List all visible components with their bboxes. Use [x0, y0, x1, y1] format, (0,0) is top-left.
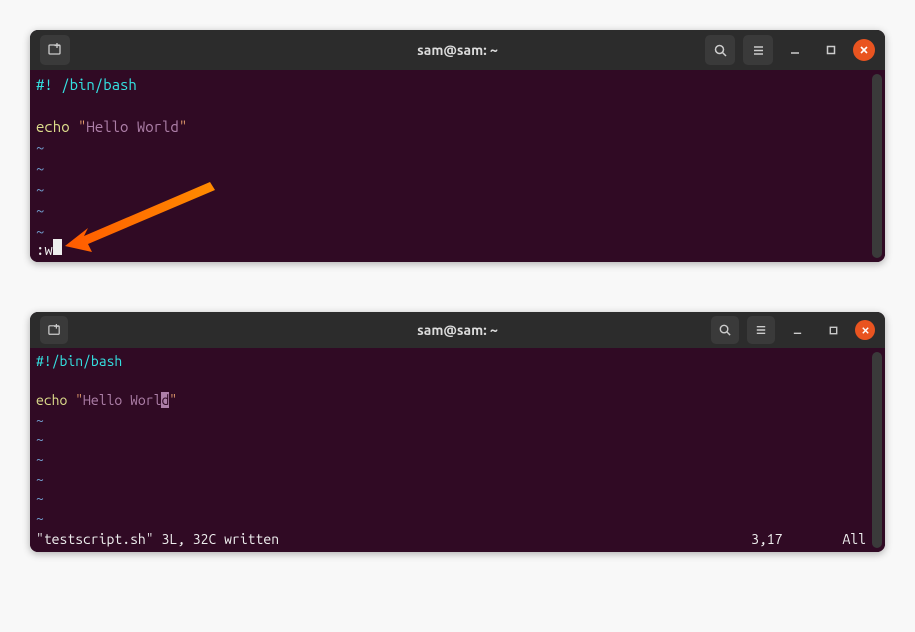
- terminal-body[interactable]: #! /bin/bash echo "Hello World" ~ ~ ~ ~ …: [30, 70, 885, 262]
- vim-tilde: ~: [36, 158, 866, 179]
- code-line-shebang: #! /bin/bash: [36, 74, 866, 95]
- cursor: [53, 239, 62, 255]
- vim-tilde: ~: [36, 200, 866, 221]
- maximize-button[interactable]: [819, 316, 847, 344]
- titlebar: sam@sam: ~: [30, 312, 885, 348]
- code-line-shebang: #!/bin/bash: [36, 352, 866, 372]
- close-button[interactable]: [855, 320, 875, 340]
- search-button[interactable]: [705, 35, 735, 65]
- terminal-content[interactable]: #!/bin/bash echo "Hello World" ~ ~ ~ ~ ~…: [30, 348, 872, 552]
- maximize-button[interactable]: [817, 36, 845, 64]
- vim-status-line: "testscript.sh" 3L, 32C written 3,17 All: [36, 530, 866, 550]
- minimize-button[interactable]: [783, 316, 811, 344]
- close-button[interactable]: [853, 39, 875, 61]
- code-line-empty: [36, 372, 866, 392]
- status-file: "testscript.sh" 3L, 32C written: [36, 530, 279, 550]
- vim-tilde: ~: [36, 137, 866, 158]
- search-button[interactable]: [711, 316, 739, 344]
- new-tab-button[interactable]: [40, 35, 70, 65]
- vim-tilde: ~: [36, 411, 866, 431]
- code-line-echo: echo "Hello World": [36, 116, 866, 137]
- status-all: All: [842, 530, 866, 550]
- vim-command-text: w: [44, 239, 52, 260]
- menu-button[interactable]: [743, 35, 773, 65]
- terminal-body[interactable]: #!/bin/bash echo "Hello World" ~ ~ ~ ~ ~…: [30, 348, 885, 552]
- new-tab-button[interactable]: [40, 316, 68, 344]
- scrollbar[interactable]: [872, 352, 882, 548]
- vim-command-colon: :: [36, 239, 44, 260]
- code-line-echo: echo "Hello World": [36, 391, 866, 411]
- vim-tilde: ~: [36, 430, 866, 450]
- vim-tilde: ~: [36, 179, 866, 200]
- scrollbar[interactable]: [872, 74, 882, 258]
- minimize-button[interactable]: [781, 36, 809, 64]
- status-position: 3,17: [751, 530, 782, 550]
- window-title: sam@sam: ~: [417, 322, 498, 338]
- vim-command-line[interactable]: :w: [36, 239, 866, 260]
- window-title: sam@sam: ~: [417, 42, 498, 58]
- code-line-empty: [36, 95, 866, 116]
- vim-tilde: ~: [36, 470, 866, 490]
- terminal-window-2: sam@sam: ~ #!/bin/bash echo "Hello World…: [30, 312, 885, 552]
- terminal-window-1: sam@sam: ~ #! /bin/bash echo "Hello Worl…: [30, 30, 885, 262]
- vim-tilde: ~: [36, 509, 866, 529]
- titlebar: sam@sam: ~: [30, 30, 885, 70]
- terminal-content[interactable]: #! /bin/bash echo "Hello World" ~ ~ ~ ~ …: [30, 70, 872, 262]
- menu-button[interactable]: [747, 316, 775, 344]
- vim-tilde: ~: [36, 489, 866, 509]
- vim-tilde: ~: [36, 450, 866, 470]
